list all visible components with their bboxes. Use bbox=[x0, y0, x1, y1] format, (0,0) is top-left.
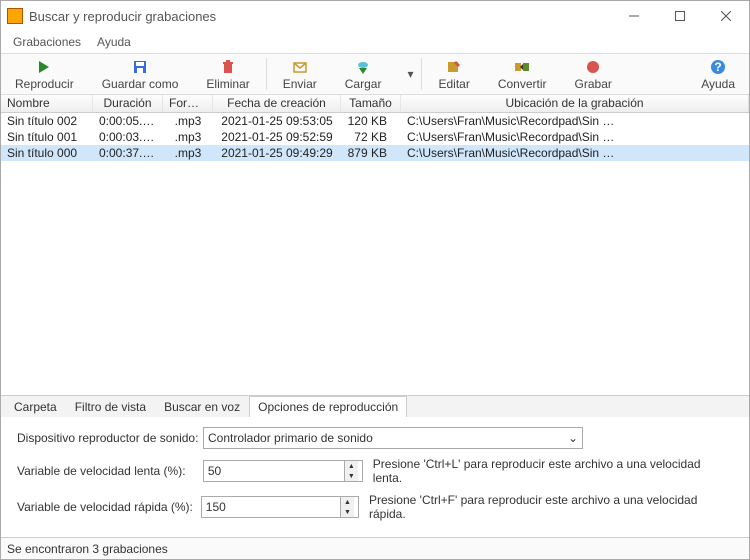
app-icon bbox=[7, 8, 23, 24]
spin-up-icon[interactable]: ▲ bbox=[345, 461, 358, 471]
edit-button[interactable]: Editar bbox=[424, 54, 483, 94]
play-button[interactable]: Reproducir bbox=[1, 54, 88, 94]
delete-icon bbox=[220, 58, 236, 76]
table-row[interactable]: Sin título 0000:00:37.537.mp32021-01-25 … bbox=[1, 145, 749, 161]
close-button[interactable] bbox=[703, 1, 749, 31]
minimize-button[interactable] bbox=[611, 1, 657, 31]
table-row[interactable]: Sin título 0010:00:03.082.mp32021-01-25 … bbox=[1, 129, 749, 145]
delete-button[interactable]: Eliminar bbox=[192, 54, 263, 94]
tab-folder[interactable]: Carpeta bbox=[5, 396, 66, 417]
svg-text:?: ? bbox=[714, 60, 721, 74]
device-label: Dispositivo reproductor de sonido: bbox=[17, 431, 203, 445]
status-text: Se encontraron 3 grabaciones bbox=[7, 542, 168, 556]
send-icon bbox=[292, 58, 308, 76]
col-name[interactable]: Nombre bbox=[1, 95, 93, 112]
tab-filter[interactable]: Filtro de vista bbox=[66, 396, 155, 417]
convert-icon bbox=[514, 58, 530, 76]
col-size[interactable]: Tamaño bbox=[341, 95, 401, 112]
window-title: Buscar y reproducir grabaciones bbox=[29, 9, 611, 24]
tab-playopts[interactable]: Opciones de reproducción bbox=[249, 396, 407, 417]
fast-input[interactable]: 150 ▲▼ bbox=[201, 496, 359, 518]
recordings-table[interactable]: Sin título 0020:00:05.120.mp32021-01-25 … bbox=[1, 113, 749, 395]
fast-label: Variable de velocidad rápida (%): bbox=[17, 500, 201, 514]
menu-recordings[interactable]: Grabaciones bbox=[5, 33, 89, 51]
chevron-down-icon: ▾ bbox=[407, 67, 413, 81]
send-button[interactable]: Enviar bbox=[269, 54, 331, 94]
fast-hint: Presione 'Ctrl+F' para reproducir este a… bbox=[369, 493, 733, 521]
slow-input[interactable]: 50 ▲▼ bbox=[203, 460, 363, 482]
upload-button[interactable]: Cargar bbox=[331, 54, 396, 94]
spin-down-icon[interactable]: ▼ bbox=[341, 507, 354, 517]
menu-help[interactable]: Ayuda bbox=[89, 33, 139, 51]
col-format[interactable]: Formato bbox=[163, 95, 213, 112]
edit-icon bbox=[446, 58, 462, 76]
spin-down-icon[interactable]: ▼ bbox=[345, 471, 358, 481]
play-icon bbox=[36, 58, 52, 76]
slow-label: Variable de velocidad lenta (%): bbox=[17, 464, 203, 478]
table-row[interactable]: Sin título 0020:00:05.120.mp32021-01-25 … bbox=[1, 113, 749, 129]
device-select[interactable]: Controlador primario de sonido ⌄ bbox=[203, 427, 583, 449]
upload-icon bbox=[355, 58, 371, 76]
tab-voice[interactable]: Buscar en voz bbox=[155, 396, 249, 417]
col-created[interactable]: Fecha de creación bbox=[213, 95, 341, 112]
convert-button[interactable]: Convertir bbox=[484, 54, 561, 94]
record-icon bbox=[585, 58, 601, 76]
help-icon: ? bbox=[710, 58, 726, 76]
col-location[interactable]: Ubicación de la grabación bbox=[401, 95, 749, 112]
record-button[interactable]: Grabar bbox=[561, 54, 626, 94]
col-duration[interactable]: Duración bbox=[93, 95, 163, 112]
help-button[interactable]: ?Ayuda bbox=[687, 54, 749, 94]
spin-up-icon[interactable]: ▲ bbox=[341, 497, 354, 507]
slow-hint: Presione 'Ctrl+L' para reproducir este a… bbox=[373, 457, 733, 485]
upload-dropdown[interactable]: ▾ bbox=[395, 54, 419, 94]
maximize-button[interactable] bbox=[657, 1, 703, 31]
saveas-icon bbox=[132, 58, 148, 76]
chevron-down-icon: ⌄ bbox=[568, 431, 578, 445]
saveas-button[interactable]: Guardar como bbox=[88, 54, 193, 94]
